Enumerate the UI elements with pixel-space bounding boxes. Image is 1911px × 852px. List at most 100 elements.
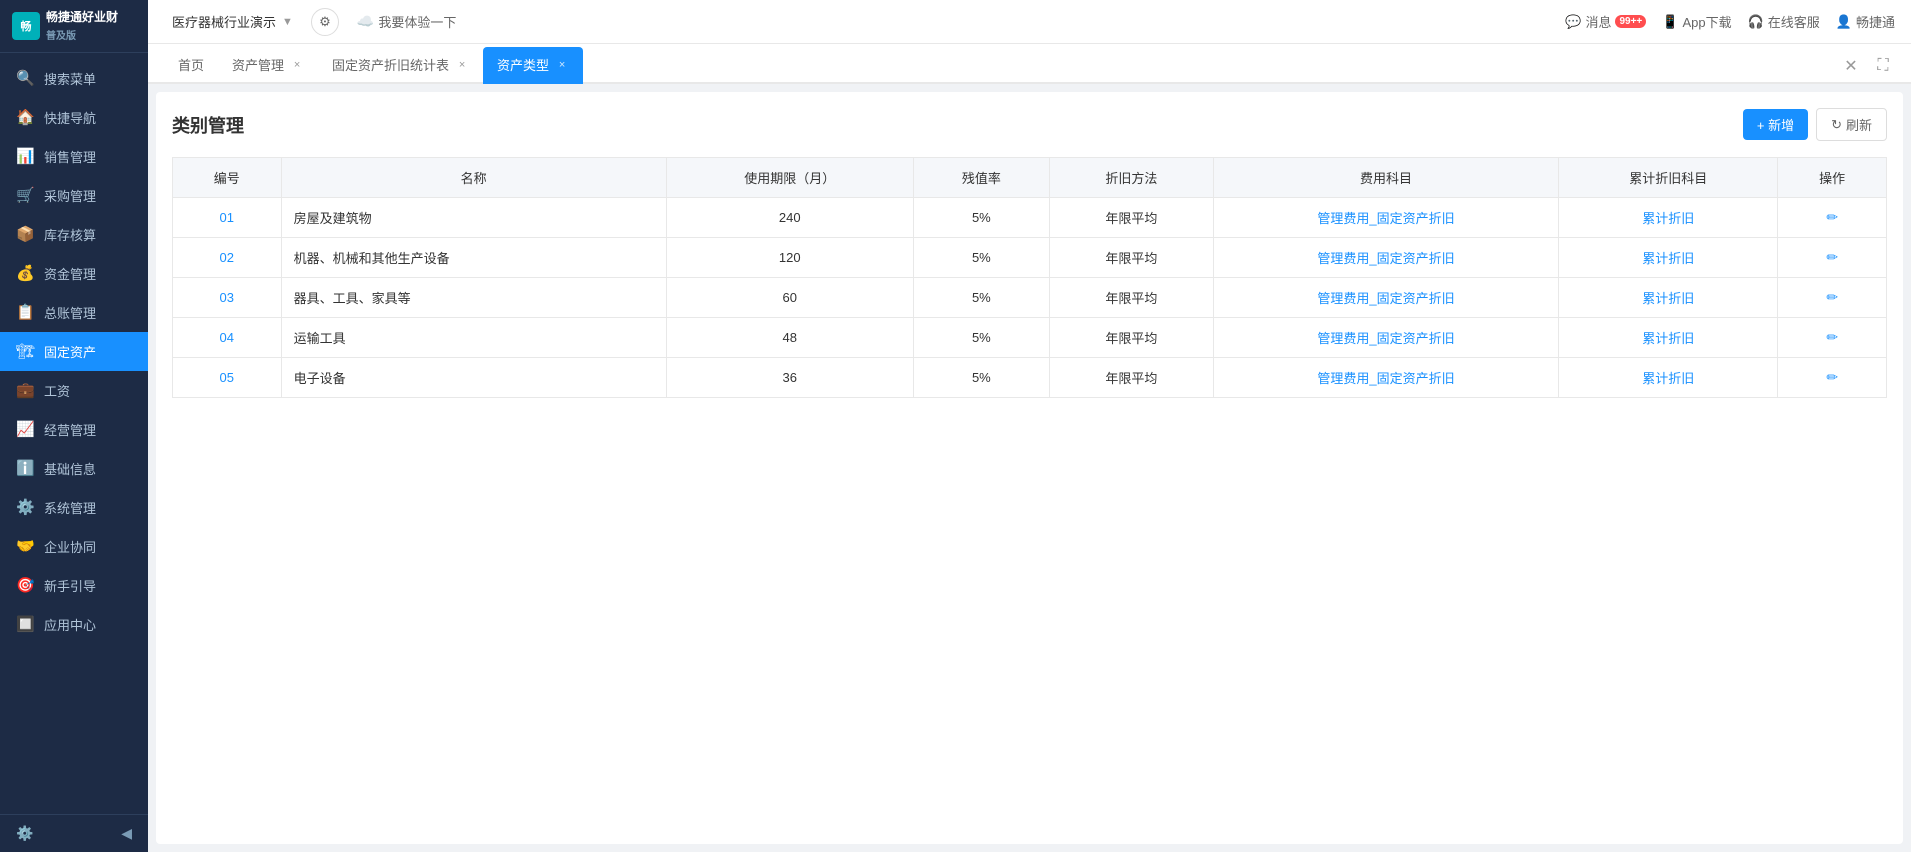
tab-depreciation-table[interactable]: 固定资产折旧统计表 × [318, 47, 483, 84]
cell-accumulated: 累计折旧 [1559, 278, 1778, 318]
tab-expand-icon[interactable]: ⛶ [1871, 54, 1895, 78]
sidebar-item-label: 固定资产 [44, 342, 96, 361]
cell-method: 年限平均 [1049, 238, 1213, 278]
app-logo: 畅 畅捷通好业财 普及版 [0, 0, 148, 53]
cell-expense: 管理费用_固定资产折旧 [1213, 358, 1558, 398]
sidebar-item-search[interactable]: 🔍 搜索菜单 [0, 59, 148, 98]
dropdown-arrow-icon: ▼ [282, 16, 293, 28]
sidebar-item-operations[interactable]: 📈 经营管理 [0, 410, 148, 449]
tab-asset-mgmt-close[interactable]: × [290, 58, 304, 72]
col-id: 编号 [173, 158, 282, 198]
message-action[interactable]: 💬 消息 99+ [1565, 12, 1646, 31]
content-area: 类别管理 + 新增 ↻ 刷新 编号 名称 使用期限（月） 残值率 折旧方法 费用… [156, 92, 1903, 844]
company-name: 医疗器械行业演示 [172, 12, 276, 31]
sidebar-item-label: 搜索菜单 [44, 69, 96, 88]
tab-asset-type[interactable]: 资产类型 × [483, 47, 583, 84]
header-settings-button[interactable]: ⚙ [311, 8, 339, 36]
message-label: 消息 [1585, 12, 1611, 31]
sidebar-collapse-icon[interactable]: ◀ [121, 825, 132, 842]
table-row: 05 电子设备 36 5% 年限平均 管理费用_固定资产折旧 累计折旧 ✏ [173, 358, 1887, 398]
table-header-row: 编号 名称 使用期限（月） 残值率 折旧方法 费用科目 累计折旧科目 操作 [173, 158, 1887, 198]
cell-action[interactable]: ✏ [1778, 198, 1887, 238]
edit-icon[interactable]: ✏ [1826, 289, 1838, 305]
guide-icon: 🎯 [16, 576, 34, 594]
cell-action[interactable]: ✏ [1778, 278, 1887, 318]
tab-depreciation-close[interactable]: × [455, 58, 469, 72]
page-actions: + 新增 ↻ 刷新 [1743, 108, 1887, 141]
cell-residual: 5% [913, 198, 1049, 238]
sidebar-item-quick-nav[interactable]: 🏠 快捷导航 [0, 98, 148, 137]
cell-action[interactable]: ✏ [1778, 358, 1887, 398]
sidebar-item-label: 资金管理 [44, 264, 96, 283]
cell-action[interactable]: ✏ [1778, 238, 1887, 278]
sidebar-item-system[interactable]: ⚙️ 系统管理 [0, 488, 148, 527]
edit-icon[interactable]: ✏ [1826, 209, 1838, 225]
sidebar-item-payroll[interactable]: 💼 工资 [0, 371, 148, 410]
sidebar-item-guide[interactable]: 🎯 新手引导 [0, 566, 148, 605]
tab-asset-mgmt[interactable]: 资产管理 × [218, 47, 318, 84]
sidebar-item-fixed-assets[interactable]: 🏗 固定资产 [0, 332, 148, 371]
cell-accumulated: 累计折旧 [1559, 198, 1778, 238]
app-download-action[interactable]: 📱 App下载 [1662, 12, 1731, 31]
sidebar-item-ledger[interactable]: 📋 总账管理 [0, 293, 148, 332]
sidebar-item-sales[interactable]: 📊 销售管理 [0, 137, 148, 176]
tab-asset-type-label: 资产类型 [497, 55, 549, 74]
edit-icon[interactable]: ✏ [1826, 249, 1838, 265]
cell-expense: 管理费用_固定资产折旧 [1213, 238, 1558, 278]
app-center-icon: 🔲 [16, 615, 34, 633]
sidebar-item-label: 总账管理 [44, 303, 96, 322]
sidebar-item-basic-info[interactable]: ℹ️ 基础信息 [0, 449, 148, 488]
sidebar-settings-icon[interactable]: ⚙️ [16, 825, 33, 842]
cell-id: 01 [173, 198, 282, 238]
experience-button[interactable]: ☁️ 我要体验一下 [349, 8, 464, 35]
col-name: 名称 [281, 158, 666, 198]
company-selector[interactable]: 医疗器械行业演示 ▼ [164, 8, 301, 35]
sidebar-item-inventory[interactable]: 📦 库存核算 [0, 215, 148, 254]
app-edition: 普及版 [46, 27, 118, 42]
sidebar-item-label: 基础信息 [44, 459, 96, 478]
refresh-button[interactable]: ↻ 刷新 [1816, 108, 1887, 141]
tab-close-all-icon[interactable]: ✕ [1839, 54, 1863, 78]
cell-name: 机器、机械和其他生产设备 [281, 238, 666, 278]
edit-icon[interactable]: ✏ [1826, 329, 1838, 345]
cell-residual: 5% [913, 358, 1049, 398]
sidebar-item-purchase[interactable]: 🛒 采购管理 [0, 176, 148, 215]
sidebar-item-enterprise[interactable]: 🤝 企业协同 [0, 527, 148, 566]
service-label: 在线客服 [1768, 12, 1820, 31]
sidebar-footer: ⚙️ ◀ [0, 814, 148, 852]
sidebar-item-app-center[interactable]: 🔲 应用中心 [0, 605, 148, 644]
header-right: 💬 消息 99+ 📱 App下载 🎧 在线客服 👤 畅捷通 [1565, 12, 1895, 31]
user-icon: 👤 [1836, 14, 1852, 30]
table-row: 02 机器、机械和其他生产设备 120 5% 年限平均 管理费用_固定资产折旧 … [173, 238, 1887, 278]
sidebar-item-capital[interactable]: 💰 资金管理 [0, 254, 148, 293]
cell-residual: 5% [913, 238, 1049, 278]
cell-action[interactable]: ✏ [1778, 318, 1887, 358]
tab-controls: ✕ ⛶ [1839, 54, 1895, 82]
sidebar-item-label: 销售管理 [44, 147, 96, 166]
fixed-assets-icon: 🏗 [16, 342, 34, 360]
online-service-action[interactable]: 🎧 在线客服 [1748, 12, 1820, 31]
cell-name: 房屋及建筑物 [281, 198, 666, 238]
operations-icon: 📈 [16, 420, 34, 438]
cell-id: 03 [173, 278, 282, 318]
cell-accumulated: 累计折旧 [1559, 238, 1778, 278]
message-badge: 99+ [1615, 15, 1646, 28]
logo-text-block: 畅捷通好业财 普及版 [46, 10, 118, 42]
inventory-icon: 📦 [16, 225, 34, 243]
tab-asset-type-close[interactable]: × [555, 58, 569, 72]
new-button[interactable]: + 新增 [1743, 109, 1808, 140]
enterprise-icon: 🤝 [16, 537, 34, 555]
sidebar-item-label: 经营管理 [44, 420, 96, 439]
cell-residual: 5% [913, 278, 1049, 318]
app-name: 畅捷通好业财 [46, 10, 118, 26]
sidebar-menu: 🔍 搜索菜单 🏠 快捷导航 📊 销售管理 🛒 采购管理 📦 库存核算 💰 资金管… [0, 53, 148, 814]
page-header: 类别管理 + 新增 ↻ 刷新 [172, 108, 1887, 141]
cell-period: 48 [666, 318, 913, 358]
cell-name: 器具、工具、家具等 [281, 278, 666, 318]
tab-home[interactable]: 首页 [164, 47, 218, 84]
edit-icon[interactable]: ✏ [1826, 369, 1838, 385]
cell-method: 年限平均 [1049, 358, 1213, 398]
user-action[interactable]: 👤 畅捷通 [1836, 12, 1895, 31]
cell-period: 120 [666, 238, 913, 278]
tab-home-label: 首页 [178, 55, 204, 74]
